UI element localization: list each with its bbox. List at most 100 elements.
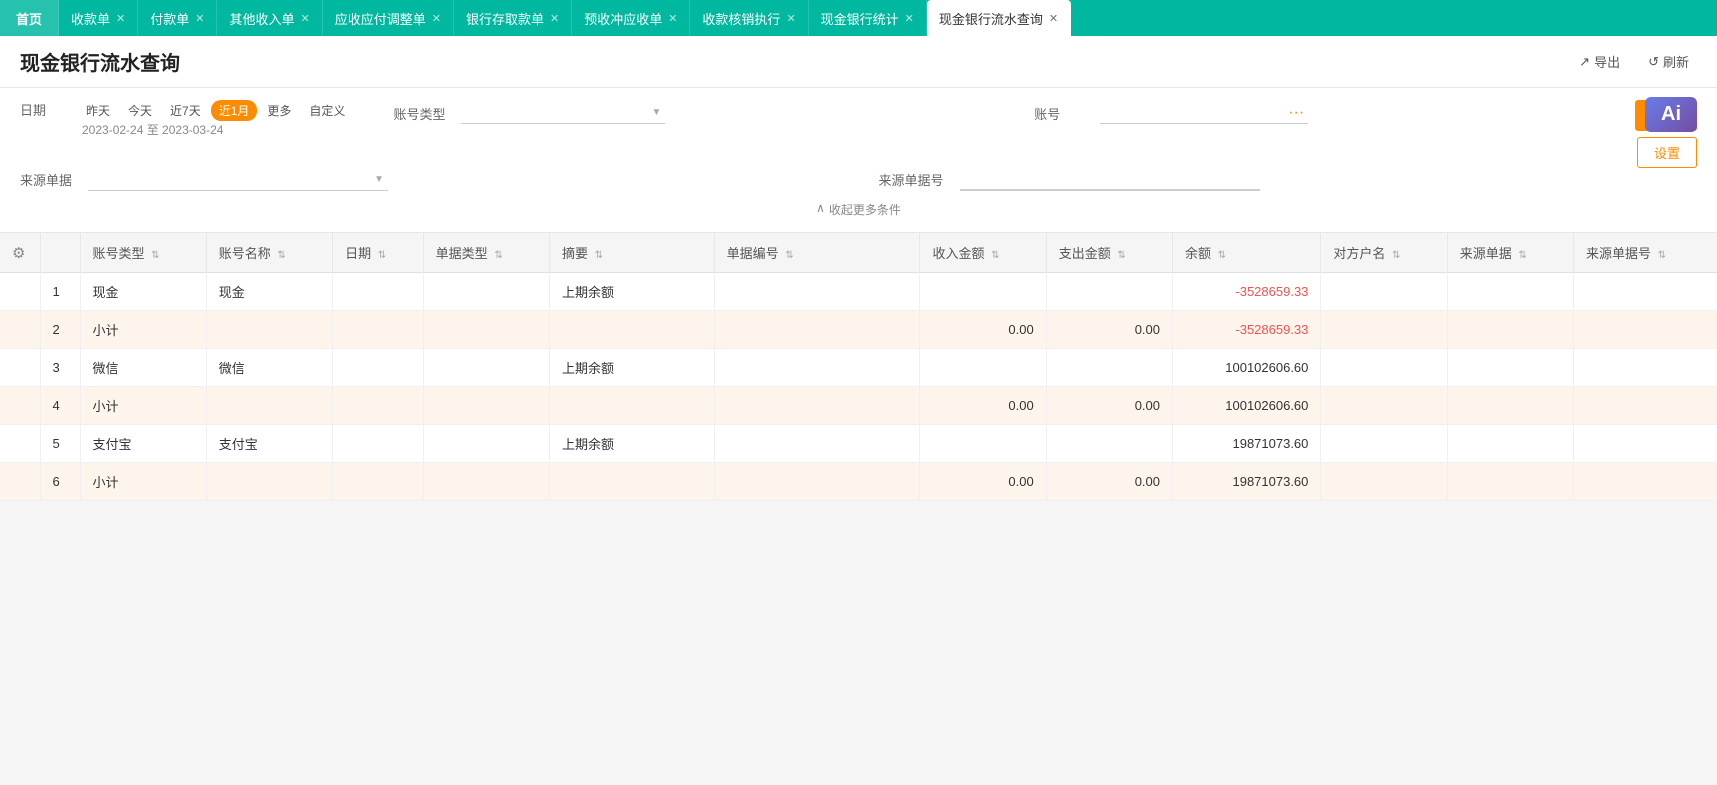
cell-income: 0.00 bbox=[920, 311, 1046, 349]
nav-home[interactable]: 首页 bbox=[0, 0, 59, 36]
gear-icon[interactable]: ⚙ bbox=[12, 245, 25, 262]
close-icon[interactable]: ✕ bbox=[668, 12, 677, 25]
cell-account-name bbox=[206, 463, 332, 501]
col-doc-type[interactable]: 单据类型 ⇅ bbox=[423, 233, 549, 273]
sort-icon: ⇅ bbox=[595, 250, 603, 261]
cell-source-doc bbox=[1447, 387, 1573, 425]
cell-seq: 5 bbox=[40, 425, 80, 463]
ai-badge[interactable]: Ai bbox=[1645, 97, 1697, 132]
col-source-doc-no[interactable]: 来源单据号 ⇅ bbox=[1573, 233, 1717, 273]
cell-counterparty bbox=[1321, 273, 1447, 311]
close-icon[interactable]: ✕ bbox=[195, 12, 204, 25]
col-balance[interactable]: 余额 ⇅ bbox=[1173, 233, 1321, 273]
account-type-select-wrapper[interactable]: ▼ bbox=[461, 102, 665, 124]
source-doc-input[interactable] bbox=[88, 169, 368, 190]
cell-source-doc-no bbox=[1573, 387, 1717, 425]
cell-summary bbox=[549, 387, 714, 425]
cell-counterparty bbox=[1321, 311, 1447, 349]
cell-summary bbox=[549, 311, 714, 349]
shortcut-7days[interactable]: 近7天 bbox=[162, 100, 209, 121]
cell-doc-type bbox=[423, 425, 549, 463]
cell-expense bbox=[1046, 349, 1172, 387]
cell-date bbox=[333, 463, 424, 501]
sort-icon: ⇅ bbox=[1658, 250, 1666, 261]
account-input[interactable] bbox=[1100, 102, 1284, 123]
cell-balance: -3528659.33 bbox=[1173, 311, 1321, 349]
nav-tab-2[interactable]: 其他收入单 ✕ bbox=[217, 0, 322, 36]
source-doc-filter-group: 来源单据 ▼ bbox=[20, 169, 839, 191]
cell-expense: 0.00 bbox=[1046, 311, 1172, 349]
cell-account-type: 小计 bbox=[80, 463, 206, 501]
cell-account-name: 现金 bbox=[206, 273, 332, 311]
col-doc-no[interactable]: 单据编号 ⇅ bbox=[714, 233, 920, 273]
col-source-doc[interactable]: 来源单据 ⇅ bbox=[1447, 233, 1573, 273]
col-date[interactable]: 日期 ⇅ bbox=[333, 233, 424, 273]
export-icon: ↗ bbox=[1579, 54, 1590, 70]
nav-tab-7[interactable]: 现金银行统计 ✕ bbox=[809, 0, 927, 36]
header-actions: ↗ 导出 ↺ 刷新 bbox=[1571, 48, 1697, 75]
col-account-name[interactable]: 账号名称 ⇅ bbox=[206, 233, 332, 273]
nav-tab-4[interactable]: 银行存取款单 ✕ bbox=[454, 0, 572, 36]
cell-income: 0.00 bbox=[920, 387, 1046, 425]
table-row: 2 小计 0.00 0.00 -3528659.33 bbox=[0, 311, 1717, 349]
cell-seq: 3 bbox=[40, 349, 80, 387]
nav-tab-1[interactable]: 付款单 ✕ bbox=[138, 0, 217, 36]
cell-source-doc-no bbox=[1573, 273, 1717, 311]
date-label: 日期 bbox=[20, 100, 70, 119]
cell-date bbox=[333, 387, 424, 425]
collapse-bar[interactable]: ∧ 收起更多条件 bbox=[20, 197, 1697, 224]
sort-icon: ⇅ bbox=[785, 250, 793, 261]
refresh-button[interactable]: ↺ 刷新 bbox=[1640, 48, 1697, 75]
settings-button[interactable]: 设置 bbox=[1637, 137, 1697, 168]
cell-income bbox=[920, 425, 1046, 463]
nav-tab-5[interactable]: 预收冲应收单 ✕ bbox=[572, 0, 690, 36]
account-type-label: 账号类型 bbox=[393, 104, 445, 123]
close-icon[interactable]: ✕ bbox=[116, 12, 125, 25]
cell-summary: 上期余额 bbox=[549, 273, 714, 311]
col-income[interactable]: 收入金额 ⇅ bbox=[920, 233, 1046, 273]
source-doc-select-wrapper[interactable]: ▼ bbox=[88, 169, 388, 191]
cell-balance: 19871073.60 bbox=[1173, 463, 1321, 501]
shortcut-1month[interactable]: 近1月 bbox=[211, 100, 258, 121]
cell-doc-type bbox=[423, 463, 549, 501]
close-icon[interactable]: ✕ bbox=[432, 12, 441, 25]
cell-gear bbox=[0, 463, 40, 501]
cell-expense bbox=[1046, 273, 1172, 311]
cell-date bbox=[333, 425, 424, 463]
close-icon[interactable]: ✕ bbox=[786, 12, 795, 25]
close-icon[interactable]: ✕ bbox=[550, 12, 559, 25]
nav-tab-0[interactable]: 收款单 ✕ bbox=[59, 0, 138, 36]
cell-source-doc bbox=[1447, 311, 1573, 349]
cell-expense: 0.00 bbox=[1046, 463, 1172, 501]
close-icon[interactable]: ✕ bbox=[1049, 12, 1058, 25]
close-icon[interactable]: ✕ bbox=[301, 12, 310, 25]
col-account-type[interactable]: 账号类型 ⇅ bbox=[80, 233, 206, 273]
table-row: 4 小计 0.00 0.00 100102606.60 bbox=[0, 387, 1717, 425]
col-counterparty[interactable]: 对方户名 ⇅ bbox=[1321, 233, 1447, 273]
nav-tab-3[interactable]: 应收应付调整单 ✕ bbox=[323, 0, 454, 36]
table-row: 1 现金 现金 上期余额 -3528659.33 bbox=[0, 273, 1717, 311]
sort-icon: ⇅ bbox=[1218, 250, 1226, 261]
source-doc-no-input[interactable] bbox=[960, 168, 1260, 190]
shortcut-more[interactable]: 更多 bbox=[259, 100, 299, 121]
export-button[interactable]: ↗ 导出 bbox=[1571, 48, 1628, 75]
col-summary[interactable]: 摘要 ⇅ bbox=[549, 233, 714, 273]
account-dots-button[interactable]: ··· bbox=[1284, 104, 1308, 122]
cell-date bbox=[333, 273, 424, 311]
close-icon[interactable]: ✕ bbox=[905, 12, 914, 25]
cell-counterparty bbox=[1321, 349, 1447, 387]
cell-doc-no bbox=[714, 425, 920, 463]
cell-gear bbox=[0, 311, 40, 349]
top-navigation: 首页 收款单 ✕ 付款单 ✕ 其他收入单 ✕ 应收应付调整单 ✕ 银行存取款单 … bbox=[0, 0, 1717, 36]
shortcut-today[interactable]: 今天 bbox=[120, 100, 160, 121]
table-row: 6 小计 0.00 0.00 19871073.60 bbox=[0, 463, 1717, 501]
cell-summary: 上期余额 bbox=[549, 349, 714, 387]
shortcut-yesterday[interactable]: 昨天 bbox=[78, 100, 118, 121]
filter-area: 日期 昨天 今天 近7天 近1月 更多 自定义 2023-02-24 至 202… bbox=[0, 88, 1717, 233]
nav-tab-6[interactable]: 收款核销执行 ✕ bbox=[690, 0, 808, 36]
shortcut-custom[interactable]: 自定义 bbox=[301, 100, 353, 121]
cell-doc-type bbox=[423, 349, 549, 387]
col-expense[interactable]: 支出金额 ⇅ bbox=[1046, 233, 1172, 273]
account-type-input[interactable] bbox=[461, 102, 665, 123]
nav-tab-8[interactable]: 现金银行流水查询 ✕ bbox=[927, 0, 1071, 36]
